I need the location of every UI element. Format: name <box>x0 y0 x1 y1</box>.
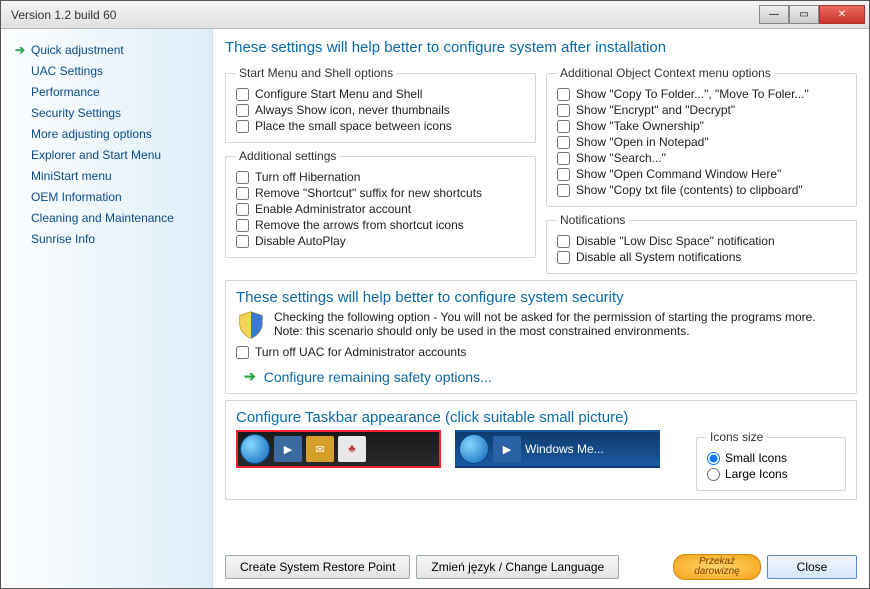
sidebar-item-more-adjusting[interactable]: ➔More adjusting options <box>11 125 204 143</box>
check-open-in-notepad[interactable]: Show "Open in Notepad" <box>557 134 846 150</box>
heading-system-install: These settings will help better to confi… <box>225 39 857 56</box>
sidebar-item-uac-settings[interactable]: ➔UAC Settings <box>11 62 204 80</box>
sidebar-item-label: OEM Information <box>31 190 122 204</box>
sidebar-item-quick-adjustment[interactable]: ➔ Quick adjustment <box>11 41 204 59</box>
group-notifications: Notifications Disable "Low Disc Space" n… <box>546 213 857 274</box>
close-button[interactable]: Close <box>767 555 857 579</box>
group-legend: Notifications <box>557 213 628 227</box>
check-search[interactable]: Show "Search..." <box>557 150 846 166</box>
group-additional-settings: Additional settings Turn off Hibernation… <box>225 149 536 258</box>
taskbar-app-label: Windows Me... <box>525 442 604 456</box>
taskbar-app-icon: ✉ <box>306 436 334 462</box>
sidebar: ➔ Quick adjustment ➔UAC Settings ➔Perform… <box>1 29 213 588</box>
group-icons-size: Icons size Small Icons Large Icons <box>696 430 846 491</box>
link-configure-safety-options[interactable]: ➔ Configure remaining safety options... <box>244 368 846 385</box>
security-section: These settings will help better to confi… <box>225 280 857 394</box>
shield-icon <box>236 310 266 340</box>
heading-security: These settings will help better to confi… <box>236 289 846 306</box>
arrow-right-icon: ➔ <box>15 43 25 57</box>
sidebar-item-label: Security Settings <box>31 106 121 120</box>
taskbar-section: Configure Taskbar appearance (click suit… <box>225 400 857 500</box>
maximize-button[interactable]: ▭ <box>789 5 819 24</box>
window-title: Version 1.2 build 60 <box>11 8 759 22</box>
footer-buttons: Create System Restore Point Zmień język … <box>225 548 857 580</box>
taskbar-style-small[interactable]: ▶ ✉ ♣ <box>236 430 441 468</box>
taskbar-app-icon: ♣ <box>338 436 366 462</box>
donate-button[interactable]: Przekaż darowiznę <box>673 554 761 580</box>
sidebar-item-label: Performance <box>31 85 100 99</box>
sidebar-item-cleaning-maintenance[interactable]: ➔Cleaning and Maintenance <box>11 209 204 227</box>
close-window-button[interactable]: ✕ <box>819 5 865 24</box>
sidebar-item-ministart-menu[interactable]: ➔MiniStart menu <box>11 167 204 185</box>
sidebar-item-label: Explorer and Start Menu <box>31 148 161 162</box>
group-legend: Additional Object Context menu options <box>557 66 774 80</box>
check-copy-move-to-folder[interactable]: Show "Copy To Folder...", "Move To Foler… <box>557 86 846 102</box>
sidebar-item-sunrise-info[interactable]: ➔Sunrise Info <box>11 230 204 248</box>
restore-point-button[interactable]: Create System Restore Point <box>225 555 410 579</box>
check-remove-shortcut-suffix[interactable]: Remove "Shortcut" suffix for new shortcu… <box>236 185 525 201</box>
check-turn-off-hibernation[interactable]: Turn off Hibernation <box>236 169 525 185</box>
group-context-menu-options: Additional Object Context menu options S… <box>546 66 857 207</box>
check-disable-low-disc-space[interactable]: Disable "Low Disc Space" notification <box>557 233 846 249</box>
check-command-window-here[interactable]: Show "Open Command Window Here" <box>557 166 846 182</box>
group-legend: Icons size <box>707 430 766 444</box>
taskbar-app-icon: ▶ <box>274 436 302 462</box>
arrow-right-icon: ➔ <box>244 368 256 385</box>
check-small-space-icons[interactable]: Place the small space between icons <box>236 118 525 134</box>
radio-small-icons[interactable]: Small Icons <box>707 450 835 466</box>
taskbar-app-icon: ▶ <box>493 436 521 462</box>
taskbar-style-large[interactable]: ▶ Windows Me... <box>455 430 660 468</box>
start-orb-icon <box>459 434 489 464</box>
check-disable-autoplay[interactable]: Disable AutoPlay <box>236 233 525 249</box>
check-copy-txt-contents[interactable]: Show "Copy txt file (contents) to clipbo… <box>557 182 846 198</box>
check-configure-start-menu[interactable]: Configure Start Menu and Shell <box>236 86 525 102</box>
sidebar-item-label: UAC Settings <box>31 64 103 78</box>
sidebar-item-label: Quick adjustment <box>31 43 124 57</box>
main-panel: These settings will help better to confi… <box>213 29 869 588</box>
check-always-show-icon[interactable]: Always Show icon, never thumbnails <box>236 102 525 118</box>
check-take-ownership[interactable]: Show "Take Ownership" <box>557 118 846 134</box>
sidebar-item-explorer-start-menu[interactable]: ➔Explorer and Start Menu <box>11 146 204 164</box>
sidebar-item-oem-information[interactable]: ➔OEM Information <box>11 188 204 206</box>
sidebar-item-security-settings[interactable]: ➔Security Settings <box>11 104 204 122</box>
sidebar-item-label: Cleaning and Maintenance <box>31 211 174 225</box>
group-legend: Start Menu and Shell options <box>236 66 396 80</box>
radio-large-icons[interactable]: Large Icons <box>707 466 835 482</box>
group-start-menu-shell: Start Menu and Shell options Configure S… <box>225 66 536 143</box>
sidebar-item-label: More adjusting options <box>31 127 152 141</box>
heading-taskbar: Configure Taskbar appearance (click suit… <box>236 409 846 426</box>
group-legend: Additional settings <box>236 149 339 163</box>
title-bar: Version 1.2 build 60 — ▭ ✕ <box>1 1 869 29</box>
check-enable-admin-account[interactable]: Enable Administrator account <box>236 201 525 217</box>
change-language-button[interactable]: Zmień język / Change Language <box>416 555 619 579</box>
start-orb-icon <box>240 434 270 464</box>
check-disable-all-notifications[interactable]: Disable all System notifications <box>557 249 846 265</box>
sidebar-item-performance[interactable]: ➔Performance <box>11 83 204 101</box>
check-remove-shortcut-arrows[interactable]: Remove the arrows from shortcut icons <box>236 217 525 233</box>
check-encrypt-decrypt[interactable]: Show "Encrypt" and "Decrypt" <box>557 102 846 118</box>
sidebar-item-label: MiniStart menu <box>31 169 112 183</box>
sidebar-item-label: Sunrise Info <box>31 232 95 246</box>
minimize-button[interactable]: — <box>759 5 789 24</box>
security-note-text: Checking the following option - You will… <box>274 310 846 338</box>
check-turn-off-uac-admin[interactable]: Turn off UAC for Administrator accounts <box>236 344 846 360</box>
